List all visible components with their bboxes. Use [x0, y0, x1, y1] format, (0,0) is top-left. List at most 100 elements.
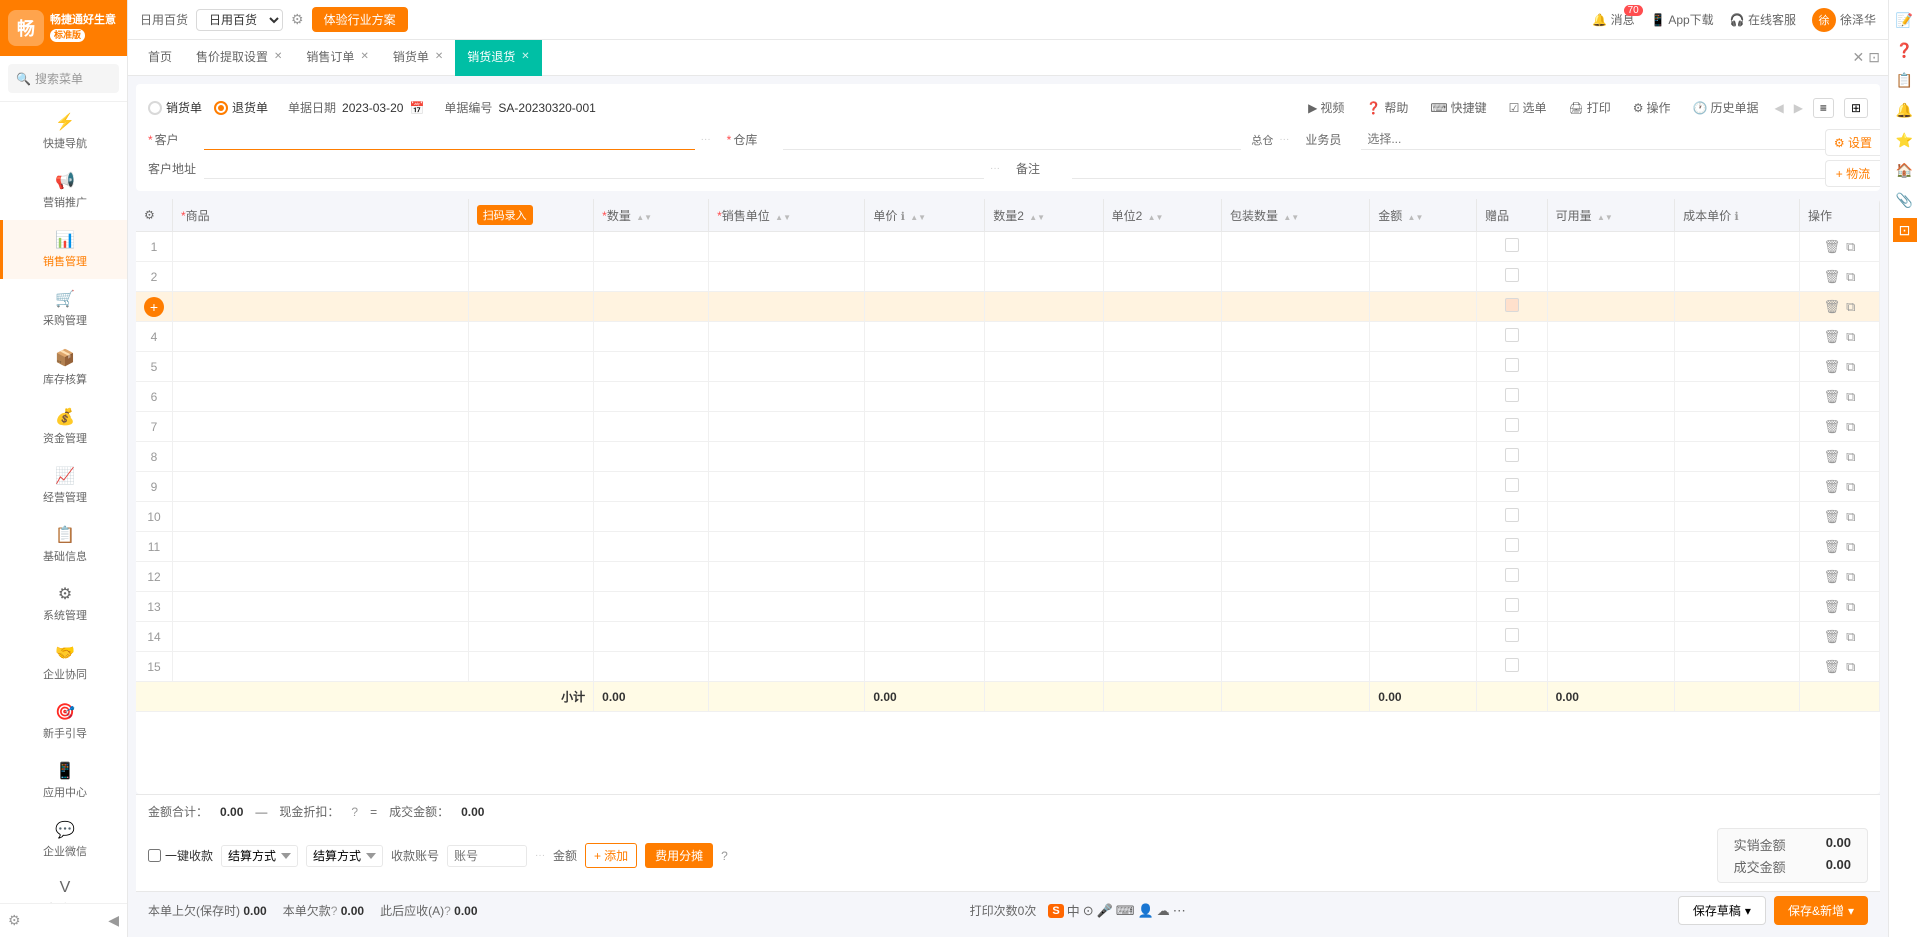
delete-icon[interactable]: 🗑 — [1824, 659, 1841, 675]
sidebar-item-weixin[interactable]: 💬 企业微信 — [0, 810, 127, 869]
packqty-cell[interactable] — [1222, 232, 1370, 262]
sidebar-item-guide[interactable]: 🎯 新手引导 — [0, 692, 127, 751]
video-toolbar-btn[interactable]: ▶ 视频 — [1302, 96, 1350, 119]
tool5-icon[interactable]: 👤 — [1138, 903, 1154, 919]
unit2-cell[interactable] — [1103, 232, 1221, 262]
grid-view-btn[interactable]: ⊞ — [1844, 98, 1868, 118]
sidebar-item-collab[interactable]: 🤝 企业协同 — [0, 633, 127, 692]
tab-sales-order[interactable]: 销售订单 ✕ — [294, 40, 380, 76]
sidebar-item-inventory[interactable]: 📦 库存核算 — [0, 338, 127, 397]
save-draft-button[interactable]: 保存草稿 ▾ — [1678, 896, 1766, 925]
tab-close-icon[interactable]: ✕ — [435, 51, 443, 62]
price-sort-icon[interactable]: ▲▼ — [910, 213, 926, 222]
save-new-button[interactable]: 保存&新增 ▾ — [1774, 896, 1868, 925]
right-list-btn[interactable]: 📋 — [1893, 68, 1917, 92]
gift-checkbox[interactable] — [1505, 598, 1519, 612]
gift-checkbox[interactable] — [1505, 358, 1519, 372]
payment-checkbox-input[interactable] — [148, 849, 161, 862]
experience-button[interactable]: 体验行业方案 — [312, 7, 408, 32]
tab-home[interactable]: 首页 — [136, 40, 184, 76]
radio-sales-slip[interactable]: 销货单 — [148, 99, 202, 116]
add-row-button[interactable]: + — [144, 297, 164, 317]
product-input-active[interactable] — [181, 300, 460, 314]
delete-icon[interactable]: 🗑 — [1824, 449, 1841, 465]
restore-tab-button[interactable]: ⊡ — [1868, 49, 1880, 66]
sidebar-item-marketing[interactable]: 📢 营销推广 — [0, 161, 127, 220]
tool4-icon[interactable]: ⌨ — [1116, 903, 1135, 919]
one-click-payment-checkbox[interactable]: 一键收款 — [148, 847, 213, 864]
amount-cell[interactable] — [1370, 232, 1477, 262]
warehouse-select-dots[interactable]: ··· — [1279, 134, 1289, 145]
copy-icon[interactable]: ⧉ — [1846, 449, 1855, 465]
packqty-sort-icon[interactable]: ▲▼ — [1283, 213, 1299, 222]
right-star-btn[interactable]: ⭐ — [1893, 128, 1917, 152]
gift-checkbox[interactable] — [1505, 508, 1519, 522]
customer-input[interactable] — [204, 129, 695, 150]
amount-cell-active[interactable] — [1370, 292, 1477, 322]
tab-sales-slip[interactable]: 销货单 ✕ — [381, 40, 455, 76]
packqty-cell[interactable] — [1222, 262, 1370, 292]
qty2-cell[interactable] — [985, 262, 1103, 292]
gift-checkbox[interactable] — [1505, 568, 1519, 582]
copy-icon[interactable]: ⧉ — [1846, 569, 1855, 585]
copy-icon[interactable]: ⧉ — [1846, 359, 1855, 375]
account-dots[interactable]: ··· — [535, 850, 545, 861]
gift-checkbox[interactable] — [1505, 268, 1519, 282]
cost-price-cell[interactable] — [1675, 232, 1800, 262]
unit2-cell-active[interactable] — [1103, 292, 1221, 322]
sidebar-item-member[interactable]: V 畅会员 — [0, 869, 127, 903]
copy-icon[interactable]: ⧉ — [1846, 479, 1855, 495]
quantity-cell-active[interactable] — [594, 292, 709, 322]
copy-icon[interactable]: ⧉ — [1846, 629, 1855, 645]
receivable-help-icon[interactable]: ? — [444, 904, 451, 918]
warehouse-input[interactable] — [783, 129, 1242, 150]
right-attach-btn[interactable]: 📎 — [1893, 188, 1917, 212]
cost-price-cell[interactable] — [1675, 262, 1800, 292]
copy-icon[interactable]: ⧉ — [1846, 389, 1855, 405]
gift-checkbox[interactable] — [1505, 478, 1519, 492]
copy-icon[interactable]: ⧉ — [1846, 509, 1855, 525]
tab-active-close-icon[interactable]: ✕ — [521, 51, 529, 62]
radio-return-slip[interactable]: 退货单 — [214, 99, 268, 116]
address-input[interactable] — [204, 158, 984, 179]
sidebar-item-sales[interactable]: 📊 销售管理 — [0, 220, 127, 279]
history-toolbar-btn[interactable]: 🕐 历史单据 — [1686, 96, 1764, 119]
calendar-icon[interactable]: 📅 — [409, 101, 424, 115]
quantity-cell[interactable] — [594, 262, 709, 292]
tab-sales-return[interactable]: 销货退货 ✕ — [455, 40, 541, 76]
scan-input-button[interactable]: 扫码录入 — [477, 205, 533, 225]
close-all-tabs-button[interactable]: ✕ — [1853, 49, 1865, 66]
sidebar-item-appcenter[interactable]: 📱 应用中心 — [0, 751, 127, 810]
product-cell[interactable] — [173, 262, 469, 292]
copy-row-icon[interactable]: ⧉ — [1846, 239, 1855, 255]
price-cell[interactable] — [865, 232, 985, 262]
delete-icon[interactable]: 🗑 — [1824, 389, 1841, 405]
gift-checkbox[interactable] — [1505, 448, 1519, 462]
copy-row-icon[interactable]: ⧉ — [1846, 269, 1855, 285]
expense-help-icon[interactable]: ? — [721, 849, 728, 863]
salesperson-input[interactable] — [1361, 129, 1852, 150]
available-cell-active[interactable] — [1547, 292, 1675, 322]
qty2-sort-icon[interactable]: ▲▼ — [1029, 213, 1045, 222]
delete-icon[interactable]: 🗑 — [1824, 329, 1841, 345]
sidebar-collapse-button[interactable]: ◀ — [108, 912, 119, 929]
gift-checkbox[interactable] — [1505, 328, 1519, 342]
print-toolbar-btn[interactable]: 🖨 打印 — [1562, 96, 1616, 119]
qty2-cell[interactable] — [985, 232, 1103, 262]
quantity-sort-icon[interactable]: ▲▼ — [636, 213, 652, 222]
delete-icon[interactable]: 🗑 — [1824, 479, 1841, 495]
account-number-input[interactable] — [447, 845, 527, 867]
category-select[interactable]: 日用百货 — [196, 9, 283, 31]
price-info-icon[interactable]: ℹ — [901, 211, 905, 223]
delete-icon[interactable]: 🗑 — [1824, 359, 1841, 375]
tab-close-icon[interactable]: ✕ — [360, 51, 368, 62]
sidebar-item-purchase[interactable]: 🛒 采购管理 — [0, 279, 127, 338]
sidebar-item-system[interactable]: ⚙ 系统管理 — [0, 574, 127, 633]
right-help-btn[interactable]: ❓ — [1893, 38, 1917, 62]
logistics-button[interactable]: + 物流 — [1825, 160, 1880, 187]
tool2-icon[interactable]: ⊙ — [1083, 903, 1094, 919]
unit-cell-active[interactable] — [709, 292, 865, 322]
copy-icon[interactable]: ⧉ — [1846, 659, 1855, 675]
expense-split-button[interactable]: 费用分摊 — [645, 843, 713, 868]
delete-icon[interactable]: 🗑 — [1824, 539, 1841, 555]
